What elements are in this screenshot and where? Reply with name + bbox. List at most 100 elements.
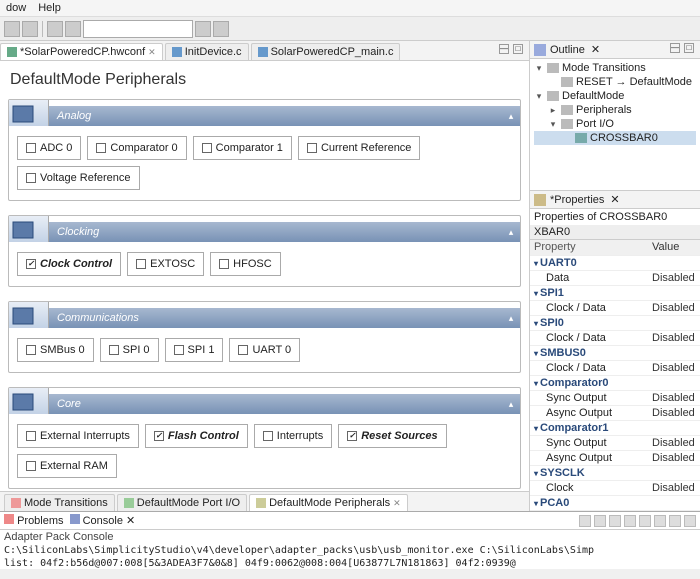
checkbox-current-reference[interactable]: Current Reference xyxy=(298,136,421,160)
property-row[interactable]: DataDisabled xyxy=(530,271,700,286)
console-btn-8[interactable] xyxy=(684,515,696,527)
close-icon[interactable]: ✕ xyxy=(591,43,600,56)
property-row[interactable]: Clock / DataDisabled xyxy=(530,331,700,346)
section-title[interactable]: Analog xyxy=(49,106,502,126)
checkbox-comparator-0[interactable]: Comparator 0 xyxy=(87,136,186,160)
property-value[interactable]: Disabled xyxy=(650,406,700,420)
tab-mode-transitions[interactable]: Mode Transitions xyxy=(4,494,115,511)
close-icon[interactable]: ✕ xyxy=(148,47,156,58)
checkbox-reset-sources[interactable]: Reset Sources xyxy=(338,424,446,448)
property-row[interactable]: ▾UART0 xyxy=(530,256,700,271)
property-value[interactable]: Disabled xyxy=(650,331,700,345)
collapse-icon[interactable]: ▴ xyxy=(502,308,520,328)
property-value[interactable]: Disabled xyxy=(650,436,700,450)
tree-node-crossbar0[interactable]: CROSSBAR0 xyxy=(534,131,696,145)
close-icon[interactable]: ✕ xyxy=(393,498,401,509)
maximize-icon[interactable]: □ xyxy=(684,43,694,53)
property-value[interactable]: Disabled xyxy=(650,481,700,495)
property-row[interactable]: Clock / DataDisabled xyxy=(530,301,700,316)
close-icon[interactable]: ✕ xyxy=(126,515,135,527)
property-row[interactable]: ▾SPI1 xyxy=(530,286,700,301)
checkbox-voltage-reference[interactable]: Voltage Reference xyxy=(17,166,140,190)
checkbox-comparator-1[interactable]: Comparator 1 xyxy=(193,136,292,160)
maximize-icon[interactable]: □ xyxy=(513,44,523,54)
tree-node-peripherals[interactable]: ▸ Peripherals xyxy=(534,103,696,117)
console-btn-4[interactable] xyxy=(624,515,636,527)
tree-node-port-i-o[interactable]: ▾ Port I/O xyxy=(534,117,696,131)
property-row[interactable]: ▾SPI0 xyxy=(530,316,700,331)
toolbar-icon-3[interactable] xyxy=(47,21,63,37)
tab-problems[interactable]: Problems xyxy=(4,514,64,527)
property-row[interactable]: Sync OutputDisabled xyxy=(530,391,700,406)
toolbar-icon-4[interactable] xyxy=(65,21,81,37)
twist-icon[interactable]: ▾ xyxy=(548,119,558,130)
property-value[interactable]: Disabled xyxy=(650,271,700,285)
collapse-icon[interactable]: ▴ xyxy=(502,106,520,126)
twist-icon[interactable]: ▸ xyxy=(548,105,558,116)
property-value[interactable]: Disabled xyxy=(650,361,700,375)
c-file-icon xyxy=(172,47,182,57)
console-btn-3[interactable] xyxy=(609,515,621,527)
checkbox-uart-0[interactable]: UART 0 xyxy=(229,338,300,362)
collapse-icon[interactable]: ▴ xyxy=(502,222,520,242)
property-row[interactable]: Clock / DataDisabled xyxy=(530,361,700,376)
toolbar-icon-2[interactable] xyxy=(22,21,38,37)
property-row[interactable]: ▾Comparator0 xyxy=(530,376,700,391)
tab-console[interactable]: Console ✕ xyxy=(70,514,136,527)
property-row[interactable]: ▾PCA0 xyxy=(530,496,700,511)
section-title[interactable]: Communications xyxy=(49,308,502,328)
console-btn-5[interactable] xyxy=(639,515,651,527)
tab-peripherals[interactable]: DefaultMode Peripherals ✕ xyxy=(249,494,408,511)
collapse-icon[interactable]: ▴ xyxy=(502,394,520,414)
twist-icon[interactable]: ▾ xyxy=(534,63,544,74)
toolbar-combo[interactable] xyxy=(83,20,193,38)
editor-tab-initdevice[interactable]: InitDevice.c xyxy=(165,43,249,60)
console-btn-1[interactable] xyxy=(579,515,591,527)
section-title[interactable]: Core xyxy=(49,394,502,414)
checkbox-smbus-0[interactable]: SMBus 0 xyxy=(17,338,94,362)
checkbox-external-ram[interactable]: External RAM xyxy=(17,454,117,478)
property-row[interactable]: Async OutputDisabled xyxy=(530,406,700,421)
xbar-tab[interactable]: XBAR0 xyxy=(530,225,700,240)
menu-help[interactable]: Help xyxy=(38,2,61,14)
property-row[interactable]: ClockDisabled xyxy=(530,481,700,496)
checkbox-external-interrupts[interactable]: External Interrupts xyxy=(17,424,139,448)
minimize-icon[interactable]: — xyxy=(670,43,680,53)
editor-tab-main[interactable]: SolarPoweredCP_main.c xyxy=(251,43,401,60)
toolbar-icon-1[interactable] xyxy=(4,21,20,37)
outline-view: Outline ✕ — □ ▾ Mode Transitions RESET →… xyxy=(530,41,700,191)
property-row[interactable]: Sync OutputDisabled xyxy=(530,436,700,451)
tree-node-mode-transitions[interactable]: ▾ Mode Transitions xyxy=(534,61,696,75)
tree-node-icon xyxy=(561,105,573,115)
property-row[interactable]: ▾SMBUS0 xyxy=(530,346,700,361)
checkbox-clock-control[interactable]: Clock Control xyxy=(17,252,121,276)
property-row[interactable]: ▾SYSCLK xyxy=(530,466,700,481)
checkbox-spi-1[interactable]: SPI 1 xyxy=(165,338,224,362)
property-value[interactable]: Disabled xyxy=(650,391,700,405)
twist-icon[interactable]: ▾ xyxy=(534,91,544,102)
checkbox-adc-0[interactable]: ADC 0 xyxy=(17,136,81,160)
tree-node-reset-defaultmode[interactable]: RESET → DefaultMode xyxy=(534,75,696,89)
console-btn-2[interactable] xyxy=(594,515,606,527)
checkbox-extosc[interactable]: EXTOSC xyxy=(127,252,204,276)
minimize-icon[interactable]: — xyxy=(499,44,509,54)
checkbox-interrupts[interactable]: Interrupts xyxy=(254,424,332,448)
editor-tab-hwconf[interactable]: *SolarPoweredCP.hwconf ✕ xyxy=(0,43,163,60)
checkbox-spi-0[interactable]: SPI 0 xyxy=(100,338,159,362)
tab-port-io[interactable]: DefaultMode Port I/O xyxy=(117,494,247,511)
checkbox-hfosc[interactable]: HFOSC xyxy=(210,252,281,276)
section-title[interactable]: Clocking xyxy=(49,222,502,242)
property-value[interactable]: Disabled xyxy=(650,451,700,465)
toolbar-icon-5[interactable] xyxy=(195,21,211,37)
property-row[interactable]: ▾Comparator1 xyxy=(530,421,700,436)
console-btn-7[interactable] xyxy=(669,515,681,527)
property-row[interactable]: Async OutputDisabled xyxy=(530,451,700,466)
toolbar-icon-6[interactable] xyxy=(213,21,229,37)
menu-dow[interactable]: dow xyxy=(6,2,26,14)
checkbox-icon xyxy=(136,259,146,269)
property-value[interactable]: Disabled xyxy=(650,301,700,315)
close-icon[interactable]: ✕ xyxy=(610,193,619,206)
tree-node-defaultmode[interactable]: ▾ DefaultMode xyxy=(534,89,696,103)
console-btn-6[interactable] xyxy=(654,515,666,527)
checkbox-flash-control[interactable]: Flash Control xyxy=(145,424,248,448)
